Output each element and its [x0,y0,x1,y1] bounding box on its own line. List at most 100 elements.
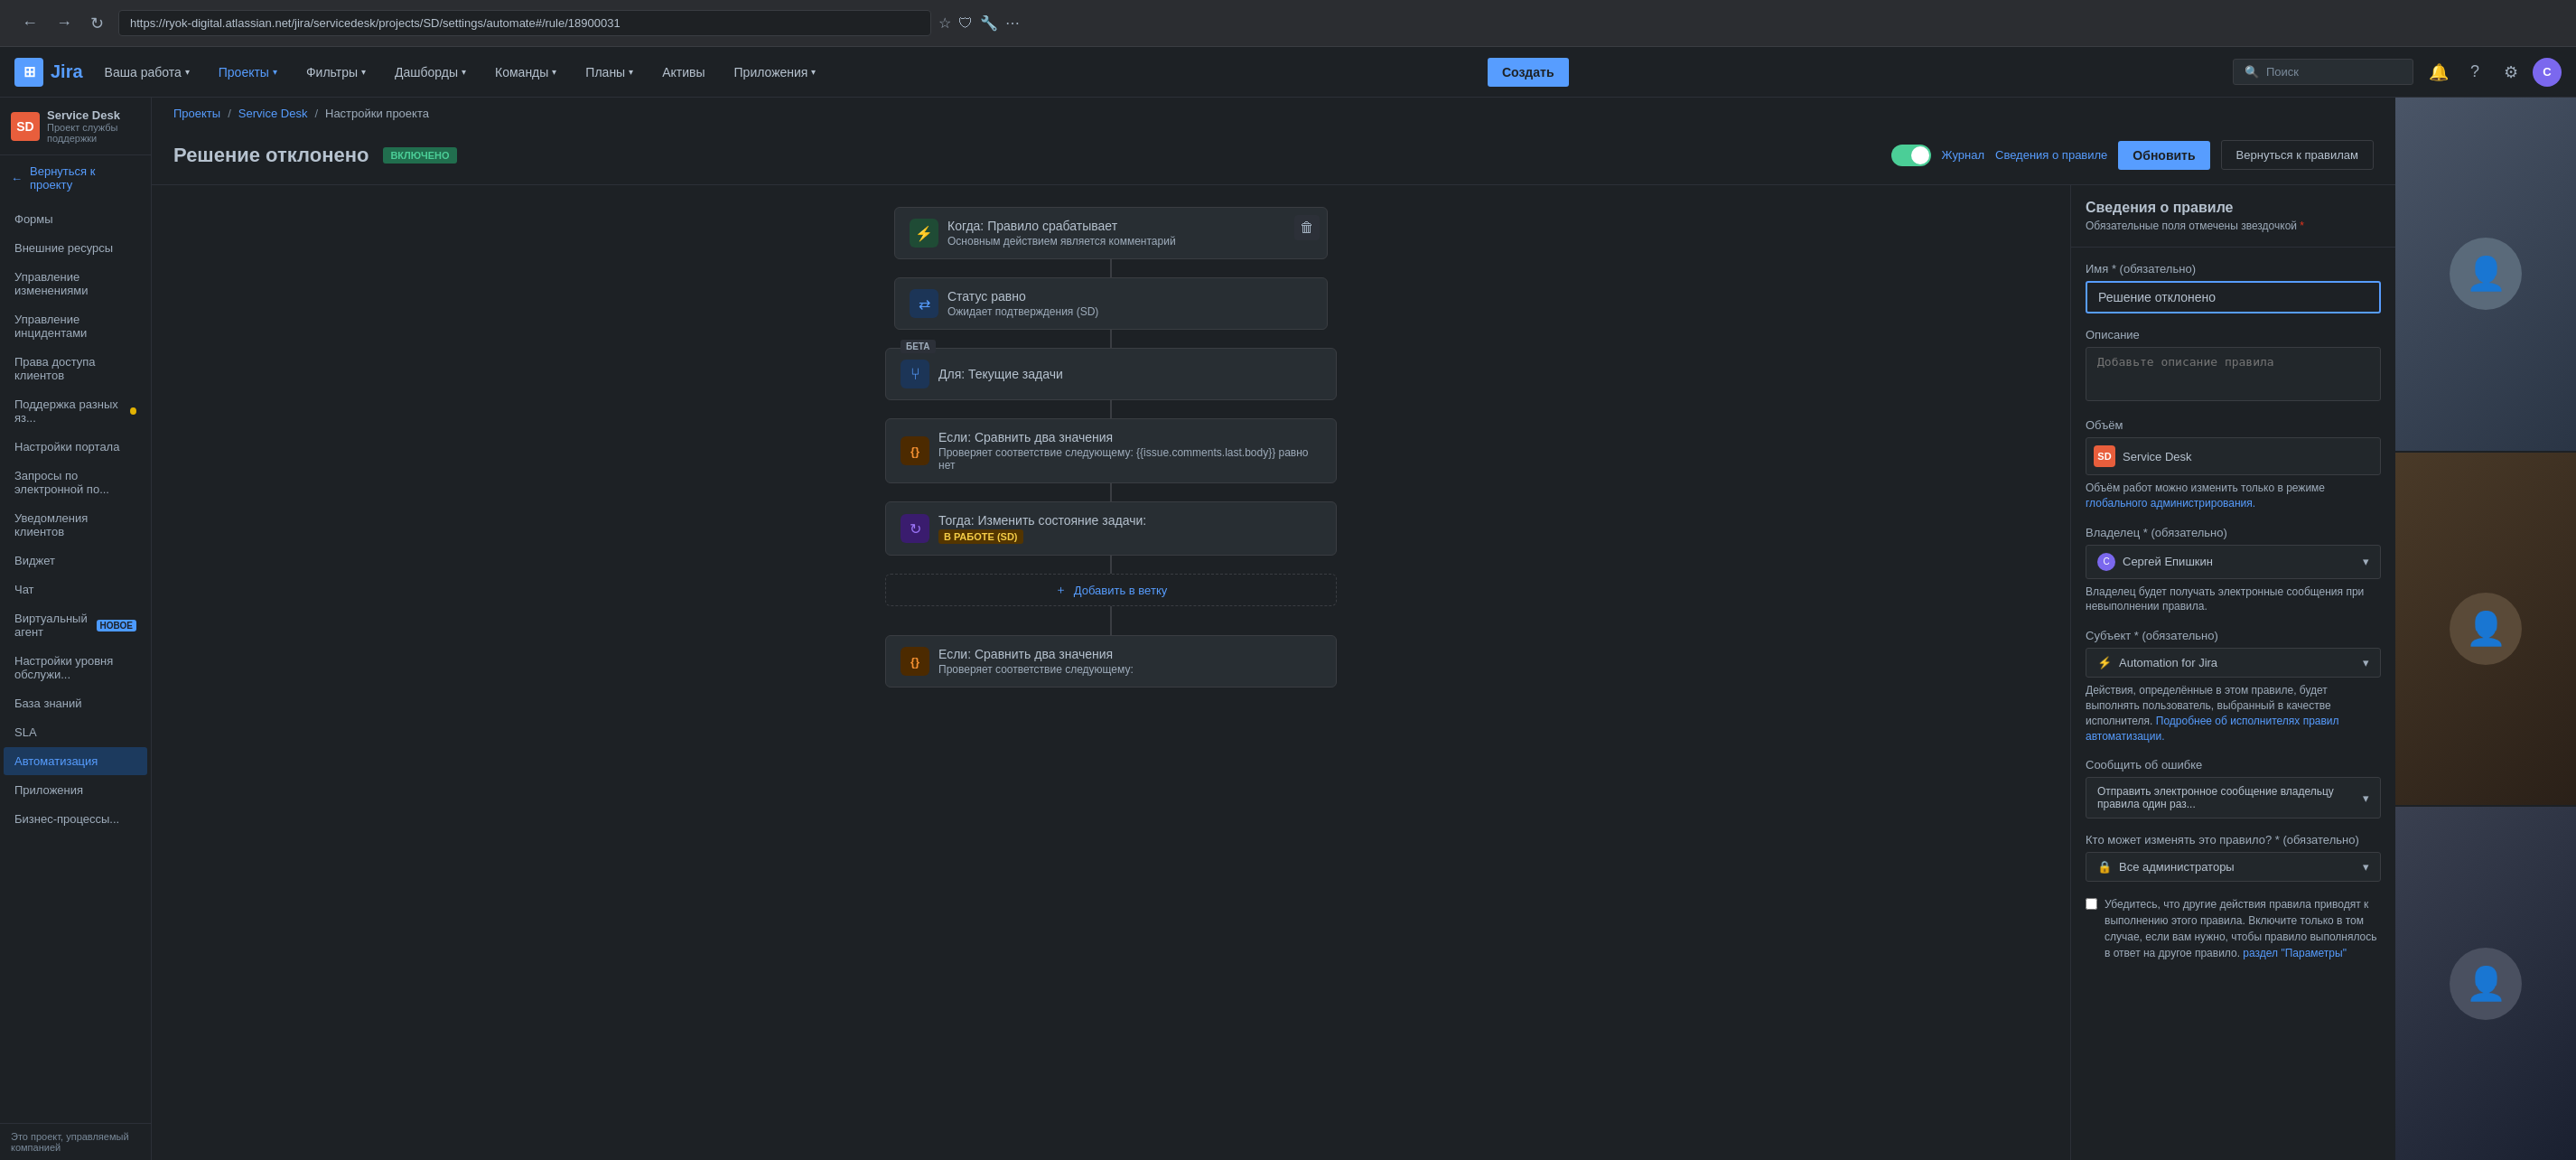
chevron-down-icon: ▾ [552,67,556,77]
arrow-left-icon: ← [11,172,23,185]
sidebar-item-lang[interactable]: Поддержка разных яз... [4,390,147,432]
nav-filters[interactable]: Фильтры ▾ [299,60,373,85]
sidebar-item-forms[interactable]: Формы [4,205,147,233]
trigger-delete-button[interactable]: 🗑 [1294,215,1320,240]
who-select[interactable]: 🔒 Все администраторы ▾ [2086,852,2381,882]
rule-canvas: ⚡ Когда: Правило срабатывает Основным де… [152,185,2070,1160]
sidebar-item-knowledge[interactable]: База знаний [4,689,147,717]
trigger-node-subtitle: Основным действием является комментарий [947,235,1312,248]
compare-node-subtitle: Проверяет соответствие следующему: {{iss… [938,446,1321,472]
who-label: Кто может изменять это правило? * (обяза… [2086,833,2381,847]
refresh-button[interactable]: ↻ [83,10,111,37]
back-to-project-link[interactable]: ← Вернуться к проекту [0,155,151,201]
breadcrumb-service-desk[interactable]: Service Desk [238,107,308,120]
browser-bar: ← → ↻ https://ryok-digital.atlassian.net… [0,0,2576,47]
sidebar-item-automation[interactable]: Автоматизация [4,747,147,775]
trigger-node[interactable]: ⚡ Когда: Правило срабатывает Основным де… [894,207,1328,259]
nav-assets[interactable]: Активы [655,60,712,85]
compare2-node-wrapper: {} Если: Сравнить два значения Проверяет… [885,635,1337,688]
required-star: * [2300,220,2304,232]
create-button[interactable]: Создать [1488,58,1569,87]
compare2-node-title: Если: Сравнить два значения [938,647,1321,661]
sidebar-item-business[interactable]: Бизнес-процессы... [4,805,147,833]
add-branch-button[interactable]: ＋ Добавить в ветку [885,574,1337,606]
nav-plans[interactable]: Планы ▾ [578,60,640,85]
sidebar-item-external[interactable]: Внешние ресурсы [4,234,147,262]
search-box[interactable]: 🔍 Поиск [2233,59,2413,85]
right-panel-content: Имя * (обязательно) Описание Объём SD Se… [2071,248,2395,1160]
subject-select[interactable]: ⚡ Automation for Jira ▾ [2086,648,2381,678]
star-icon[interactable]: ☆ [938,14,951,32]
forward-button[interactable]: → [49,10,79,37]
breadcrumb-projects[interactable]: Проекты [173,107,220,120]
compare-node[interactable]: {} Если: Сравнить два значения Проверяет… [885,418,1337,483]
flow-line-3 [1110,400,1112,418]
nav-apps[interactable]: Приложения ▾ [727,60,824,85]
compare-node-title: Если: Сравнить два значения [938,430,1321,444]
beta-badge: БЕТА [901,340,936,353]
back-to-rules-button[interactable]: Вернуться к правилам [2221,140,2374,170]
notifications-button[interactable]: 🔔 [2424,58,2453,87]
help-button[interactable]: ? [2460,58,2489,87]
params-link[interactable]: раздел "Параметры" [2243,947,2347,959]
chevron-down-icon: ▾ [811,67,816,77]
back-button[interactable]: ← [14,10,45,37]
journal-link[interactable]: Журнал [1942,148,1984,162]
url-bar[interactable]: https://ryok-digital.atlassian.net/jira/… [118,10,931,36]
rule-info-link[interactable]: Сведения о правиле [1995,148,2107,162]
sidebar-item-chat[interactable]: Чат [4,575,147,603]
sidebar-item-incident-mgmt[interactable]: Управление инцидентами [4,305,147,347]
sidebar-item-notifications[interactable]: Уведомления клиентов [4,504,147,546]
sidebar-item-apps[interactable]: Приложения [4,776,147,804]
rule-header: Решение отклонено ВКЛЮЧЕНО Журнал Сведен… [152,129,2395,185]
flow-line-4 [1110,483,1112,501]
nav-dashboards[interactable]: Дашборды ▾ [387,60,473,85]
extension-icon: 🔧 [980,14,998,32]
status-node[interactable]: ⇄ Статус равно Ожидает подтверждения (SD… [894,277,1328,330]
loop-checkbox-text: Убедитесь, что другие действия правила п… [2105,896,2381,961]
new-badge: НОВОЕ [97,620,136,631]
nav-projects[interactable]: Проекты ▾ [211,60,285,85]
for-tasks-node-text: Для: Текущие задачи [938,367,1321,381]
nav-teams[interactable]: Команды ▾ [488,60,564,85]
search-placeholder: Поиск [2266,65,2299,79]
global-admin-link[interactable]: глобального администрирования. [2086,497,2255,510]
name-input[interactable] [2086,281,2381,313]
main-layout: SD Service Desk Проект службы поддержки … [0,98,2576,1160]
sidebar-item-portal[interactable]: Настройки портала [4,433,147,461]
settings-button[interactable]: ⚙ [2497,58,2525,87]
sidebar-item-access[interactable]: Права доступа клиентов [4,348,147,389]
compare2-node-subtitle: Проверяет соответствие следующему: [938,663,1321,676]
subject-note: Действия, определённые в этом правиле, б… [2086,683,2381,744]
required-note: Обязательные поля отмечены звездочкой * [2086,220,2381,232]
error-select[interactable]: Отправить электронное сообщение владельц… [2086,777,2381,819]
sidebar-item-change-mgmt[interactable]: Управление изменениями [4,263,147,304]
sidebar-item-sla-settings[interactable]: Настройки уровня обслужи... [4,647,147,688]
sidebar-item-widget[interactable]: Виджет [4,547,147,575]
action-node-subtitle: В РАБОТЕ (SD) [938,529,1321,544]
owner-select[interactable]: С Сергей Епишкин ▾ [2086,545,2381,579]
sidebar-item-virtual-agent[interactable]: Виртуальный агент НОВОЕ [4,604,147,646]
for-tasks-node[interactable]: БЕТА ⑂ Для: Текущие задачи [885,348,1337,400]
user-avatar[interactable]: C [2533,58,2562,87]
description-textarea[interactable] [2086,347,2381,401]
rule-canvas-area: ⚡ Когда: Правило срабатывает Основным де… [152,185,2395,1160]
flow-line-2 [1110,330,1112,348]
nav-your-work[interactable]: Ваша работа ▾ [98,60,197,85]
content-area: Проекты / Service Desk / Настройки проек… [152,98,2395,1160]
chevron-down-icon: ▾ [2363,791,2369,805]
action-node[interactable]: ↻ Тогда: Изменить состояние задачи: В РА… [885,501,1337,556]
right-panel: Сведения о правиле Обязательные поля отм… [2070,185,2395,1160]
update-button[interactable]: Обновить [2118,141,2209,170]
for-tasks-node-title: Для: Текущие задачи [938,367,1321,381]
menu-icon[interactable]: ⋯ [1005,14,1020,32]
sidebar-item-email-requests[interactable]: Запросы по электронной по... [4,462,147,503]
chevron-down-icon: ▾ [2363,860,2369,874]
loop-checkbox[interactable] [2086,898,2097,910]
compare2-node[interactable]: {} Если: Сравнить два значения Проверяет… [885,635,1337,688]
sidebar-item-sla[interactable]: SLA [4,718,147,746]
toggle-knob [1911,146,1929,164]
rule-title: Решение отклонено [173,144,369,167]
jira-logo: ⊞ Jira [14,58,83,87]
enabled-toggle[interactable] [1891,145,1931,166]
